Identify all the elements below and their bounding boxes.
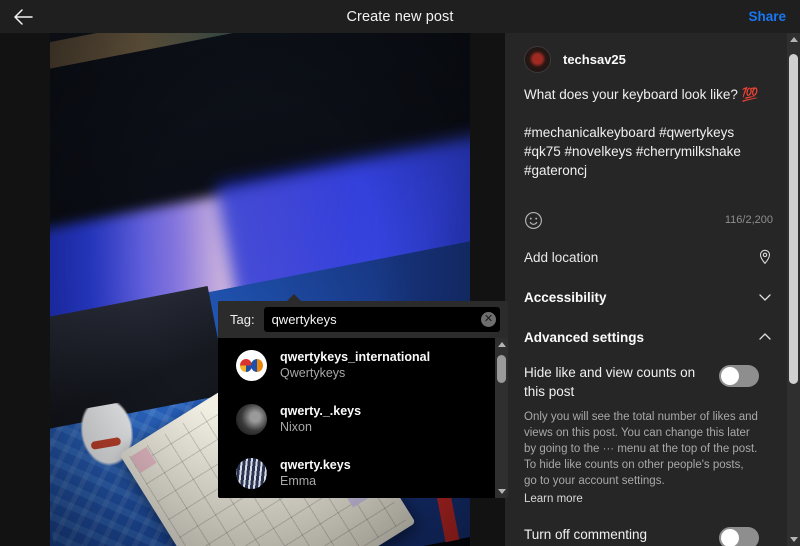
learn-more-link[interactable]: Learn more	[524, 492, 583, 505]
panel-scrollbar[interactable]	[787, 33, 800, 546]
arrow-left-icon	[13, 9, 33, 25]
add-location-label: Add location	[524, 250, 598, 265]
list-item[interactable]: qwerty.keys Emma	[218, 446, 495, 498]
turn-off-commenting-label: Turn off commenting	[524, 525, 647, 544]
scrollbar-track[interactable]	[495, 351, 508, 485]
character-counter: 116/2,200	[725, 214, 773, 226]
media-preview-area: Tag: ✕ qwertykeys_international Qwertyke…	[0, 33, 505, 546]
advanced-settings-row[interactable]: Advanced settings	[524, 317, 787, 357]
create-post-window: Create new post Share	[0, 0, 800, 546]
avatar	[236, 350, 267, 381]
tag-search-input[interactable]	[272, 312, 477, 327]
post-details-panel: techsav25 What does your keyboard look l…	[505, 33, 800, 546]
topbar: Create new post Share	[0, 0, 800, 33]
accessibility-row[interactable]: Accessibility	[524, 277, 787, 317]
share-button[interactable]: Share	[748, 9, 786, 24]
avatar	[236, 458, 267, 489]
tag-people-popup: Tag: ✕ qwertykeys_international Qwertyke…	[218, 301, 508, 498]
suggestion-fullname: Nixon	[280, 419, 361, 435]
chevron-down-icon	[757, 289, 773, 305]
emoji-picker-icon[interactable]	[524, 211, 543, 230]
tag-suggestions-items: qwertykeys_international Qwertykeys qwer…	[218, 338, 495, 498]
suggestion-username: qwerty._.keys	[280, 403, 361, 419]
scrollbar-thumb[interactable]	[789, 54, 798, 384]
back-button[interactable]	[0, 0, 46, 33]
list-item[interactable]: qwerty._.keys Nixon	[218, 392, 495, 446]
hide-counts-toggle[interactable]	[719, 365, 759, 387]
suggestion-username: qwerty.keys	[280, 457, 351, 473]
advanced-settings-label: Advanced settings	[524, 330, 644, 345]
scroll-up-arrow-icon[interactable]	[495, 338, 508, 351]
avatar[interactable]	[524, 46, 551, 73]
hide-counts-label: Hide like and view counts on this post	[524, 363, 709, 401]
accessibility-label: Accessibility	[524, 290, 607, 305]
tag-search-bar: Tag: ✕	[218, 301, 508, 338]
scroll-down-arrow-icon[interactable]	[495, 485, 508, 498]
tag-input-wrapper[interactable]: ✕	[264, 307, 500, 332]
scrollbar-thumb[interactable]	[497, 355, 506, 383]
chevron-up-icon	[757, 329, 773, 345]
caption-hashtags: #mechanicalkeyboard #qwertykeys #qk75 #n…	[524, 125, 745, 178]
toggle-knob	[721, 367, 739, 385]
suggestion-username: qwertykeys_international	[280, 349, 430, 365]
tag-label: Tag:	[230, 312, 255, 327]
caption-input[interactable]: What does your keyboard look like? 💯 #mec…	[524, 85, 787, 203]
hundred-points-emoji: 💯	[742, 87, 759, 102]
caption-footer: 116/2,200	[524, 203, 787, 237]
clear-icon[interactable]: ✕	[481, 312, 496, 327]
suggestion-fullname: Qwertykeys	[280, 365, 430, 381]
scroll-up-arrow-icon[interactable]	[787, 33, 800, 46]
hide-counts-help-text: Only you will see the total number of li…	[524, 401, 773, 489]
list-item[interactable]: qwertykeys_international Qwertykeys	[218, 338, 495, 392]
avatar	[236, 404, 267, 435]
suggestions-scrollbar[interactable]	[495, 338, 508, 498]
toggle-knob	[721, 529, 739, 546]
hide-counts-row: Hide like and view counts on this post	[524, 357, 773, 401]
page-title: Create new post	[0, 9, 800, 25]
post-details-content: techsav25 What does your keyboard look l…	[505, 33, 787, 546]
turn-off-commenting-row: Turn off commenting	[524, 507, 773, 546]
add-location-row[interactable]: Add location	[524, 237, 787, 277]
author-username: techsav25	[563, 52, 626, 67]
author-row: techsav25	[524, 33, 787, 85]
suggestion-fullname: Emma	[280, 473, 351, 489]
turn-off-commenting-toggle[interactable]	[719, 527, 759, 546]
caption-line: What does your keyboard look like?	[524, 87, 742, 102]
location-pin-icon	[757, 249, 773, 265]
scroll-down-arrow-icon[interactable]	[787, 533, 800, 546]
tag-suggestions-list: qwertykeys_international Qwertykeys qwer…	[218, 338, 508, 498]
scrollbar-track[interactable]	[787, 46, 800, 533]
advanced-settings-body: Hide like and view counts on this post O…	[524, 357, 787, 546]
popup-caret	[286, 294, 302, 302]
